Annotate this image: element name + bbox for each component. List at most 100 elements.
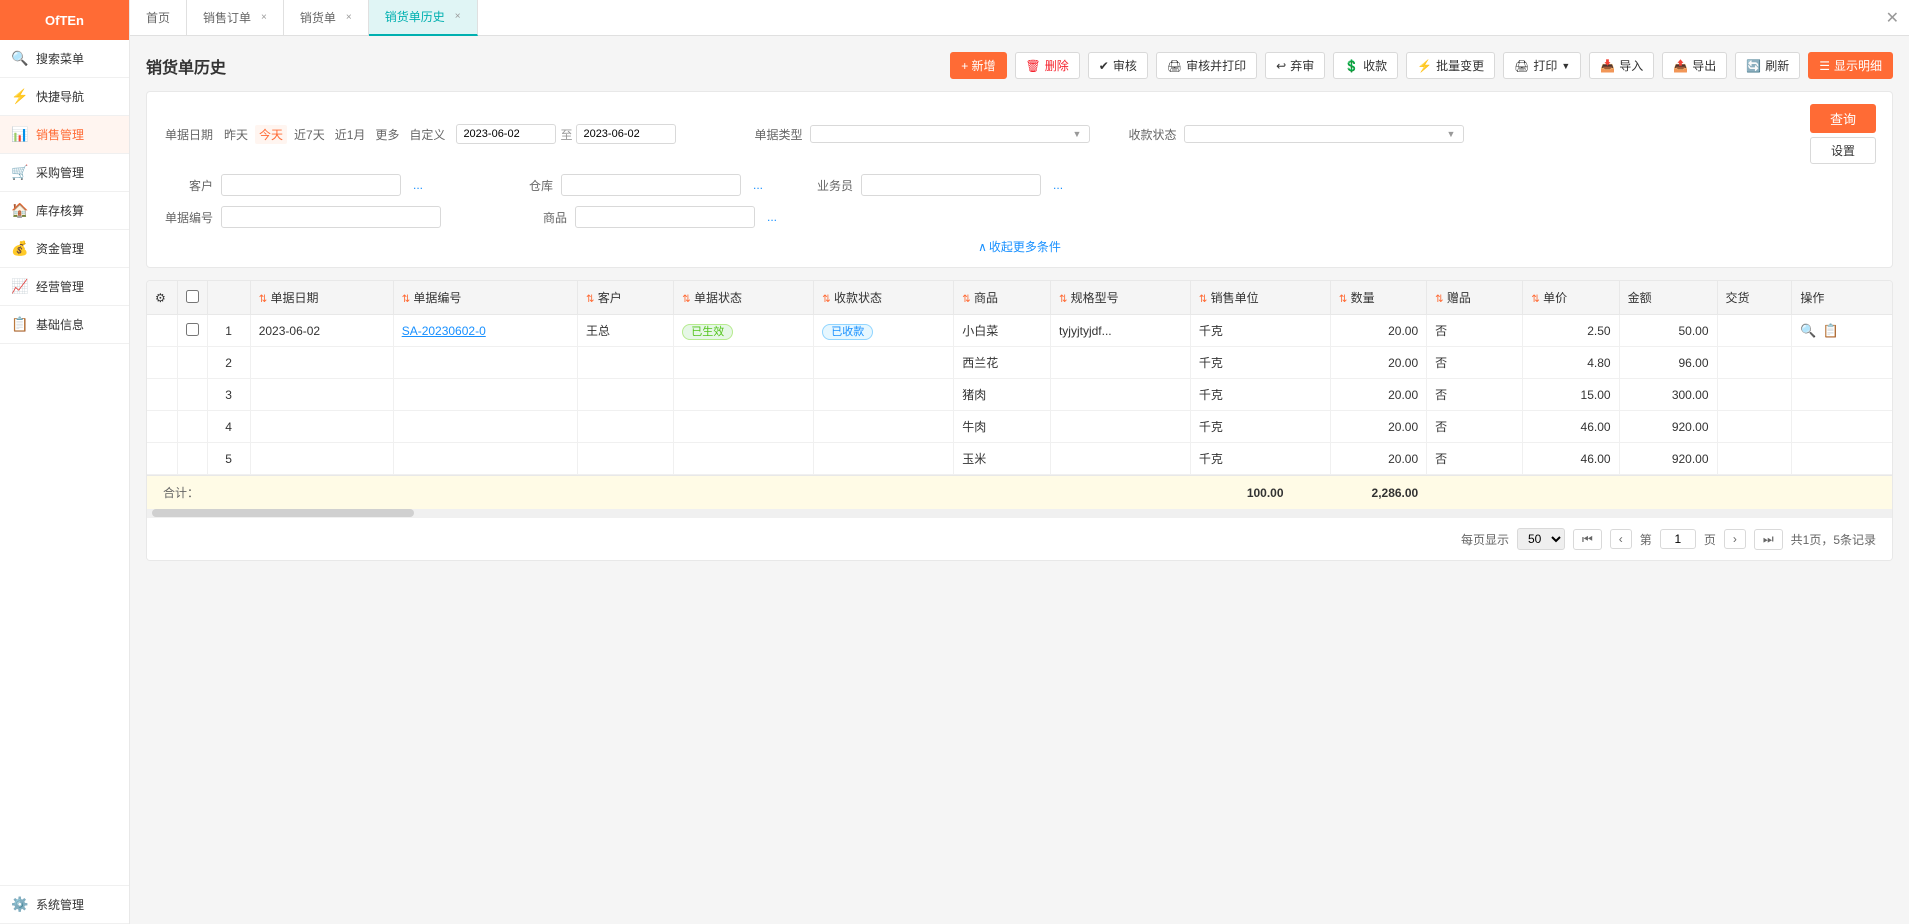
quick-nav-icon: ⚡ [12,89,28,105]
shortcut-custom[interactable]: 自定义 [406,125,448,144]
sidebar-item-sales-mgmt[interactable]: 📊 销售管理 [0,116,129,154]
export-button[interactable]: 📤 导出 [1662,52,1727,79]
table-row: 4 牛肉 千克 20.00 否 46.00 920.00 [147,411,1892,443]
warehouse-input[interactable] [561,174,741,196]
setting-button[interactable]: 设置 [1810,137,1876,164]
row-checkbox-cell [177,347,207,379]
sidebar-item-purchase-mgmt[interactable]: 🛒 采购管理 [0,154,129,192]
page-size-select[interactable]: 50 [1517,528,1565,550]
doc-type-select[interactable]: ▼ [810,125,1090,143]
batch-change-button[interactable]: ⚡ 批量变更 [1406,52,1495,79]
tab-home[interactable]: 首页 [130,0,187,36]
row-customer [578,379,674,411]
collect-status-select[interactable]: ▼ [1184,125,1464,143]
row-settings [147,347,177,379]
th-price[interactable]: ⇅ 单价 [1523,281,1619,315]
sidebar-item-finance[interactable]: 💰 资金管理 [0,230,129,268]
shortcut-more[interactable]: 更多 [372,125,402,144]
th-unit[interactable]: ⇅ 销售单位 [1190,281,1330,315]
th-customer[interactable]: ⇅ 客户 [578,281,674,315]
delete-button[interactable]: 🗑 删除 [1015,52,1080,79]
window-close-button[interactable]: ✕ [1886,10,1899,27]
filter-panel: 单据日期 昨天 今天 近7天 近1月 更多 自定义 至 [146,91,1893,268]
th-doc-no[interactable]: ⇅ 单据编号 [393,281,577,315]
salesperson-input[interactable] [861,174,1041,196]
view-icon[interactable]: 🔍 [1800,323,1816,339]
tab-sales-delivery[interactable]: 销货单 × [284,0,369,36]
row-seq: 4 [207,411,250,443]
goods-input[interactable] [575,206,755,228]
collapse-button[interactable]: ∧ 收起更多条件 [978,238,1061,255]
main-area: 首页 销售订单 × 销货单 × 销货单历史 × ✕ 销货单历史 + 新增 🗑 删… [130,0,1909,924]
th-doc-status[interactable]: ⇅ 单据状态 [674,281,814,315]
row-customer [578,347,674,379]
horizontal-scrollbar[interactable] [147,509,1892,517]
new-button[interactable]: + 新增 [950,52,1006,79]
tab-sales-delivery-label: 销货单 [300,9,336,26]
tab-sales-delivery-close[interactable]: × [346,12,352,23]
table-row: 3 猪肉 千克 20.00 否 15.00 300.00 [147,379,1892,411]
sidebar-item-inventory[interactable]: 🏠 库存核算 [0,192,129,230]
shortcut-today[interactable]: 今天 [255,125,287,144]
review-button[interactable]: ✔ 审核 [1088,52,1148,79]
th-checkbox [177,281,207,315]
last-page-button[interactable]: ⏭ [1754,529,1783,550]
sidebar-item-search-menu[interactable]: 🔍 搜索菜单 [0,40,129,78]
review-print-button[interactable]: 🖨 审核并打印 [1156,52,1257,79]
import-icon: 📥 [1600,59,1615,73]
sidebar-item-operations[interactable]: 📈 经营管理 [0,268,129,306]
tab-sales-order-close[interactable]: × [261,12,267,23]
salesperson-ellipsis[interactable]: ... [1049,176,1067,194]
th-settings[interactable]: ⚙ [147,281,177,315]
th-date[interactable]: ⇅ 单据日期 [250,281,393,315]
customer-input[interactable] [221,174,401,196]
shortcut-yesterday[interactable]: 昨天 [221,125,251,144]
date-from-input[interactable] [456,124,556,144]
tab-sales-order[interactable]: 销售订单 × [187,0,284,36]
shortcut-1month[interactable]: 近1月 [332,125,369,144]
row-checkbox[interactable] [186,323,199,336]
refresh-button[interactable]: 🔄 刷新 [1735,52,1800,79]
abandon-button[interactable]: ↩ 弃审 [1265,52,1325,79]
show-detail-button[interactable]: ☰ 显示明细 [1808,52,1893,79]
th-gift[interactable]: ⇅ 赠品 [1427,281,1523,315]
customer-ellipsis[interactable]: ... [409,176,427,194]
date-shortcuts: 昨天 今天 近7天 近1月 更多 自定义 [221,125,448,144]
warehouse-ellipsis[interactable]: ... [749,176,767,194]
data-table-container: ⚙ ⇅ 单据日期 ⇅ 单据编号 [146,280,1893,561]
next-page-button[interactable]: › [1724,529,1746,549]
sidebar-item-label: 系统管理 [36,896,84,913]
first-page-button[interactable]: ⏮ [1573,529,1602,550]
copy-icon[interactable]: 📋 [1823,323,1839,339]
review-icon: ✔ [1099,59,1109,73]
prev-page-button[interactable]: ‹ [1610,529,1632,549]
goods-ellipsis[interactable]: ... [763,208,781,226]
th-spec[interactable]: ⇅ 规格型号 [1050,281,1190,315]
sidebar-item-quick-nav[interactable]: ⚡ 快捷导航 [0,78,129,116]
collect-button[interactable]: 💲 收款 [1333,52,1398,79]
import-button[interactable]: 📥 导入 [1589,52,1654,79]
customer-label: 客户 [163,177,213,194]
page-input[interactable] [1660,529,1696,549]
th-collect-status[interactable]: ⇅ 收款状态 [814,281,954,315]
sidebar-item-label: 搜索菜单 [36,50,84,67]
doc-no-input[interactable] [221,206,441,228]
tab-sales-history-close[interactable]: × [455,11,461,22]
doc-no-link[interactable]: SA-20230602-0 [402,324,486,338]
row-checkbox-cell [177,443,207,475]
th-qty[interactable]: ⇅ 数量 [1330,281,1426,315]
sidebar-item-sys-mgmt[interactable]: ⚙️ 系统管理 [0,886,129,924]
date-to-input[interactable] [576,124,676,144]
tab-sales-history[interactable]: 销货单历史 × [369,0,478,36]
shortcut-7days[interactable]: 近7天 [291,125,328,144]
print-button[interactable]: 🖨 打印 ▼ [1503,52,1581,79]
doc-type-label: 单据类型 [752,126,802,143]
tab-bar-end: ✕ [1886,8,1909,28]
select-all-checkbox[interactable] [186,290,199,303]
sidebar-item-base-info[interactable]: 📋 基础信息 [0,306,129,344]
query-button[interactable]: 查询 [1810,104,1876,133]
row-operation [1792,443,1892,475]
scrollbar-thumb[interactable] [152,509,414,517]
th-goods[interactable]: ⇅ 商品 [954,281,1051,315]
row-unit: 千克 [1190,347,1330,379]
